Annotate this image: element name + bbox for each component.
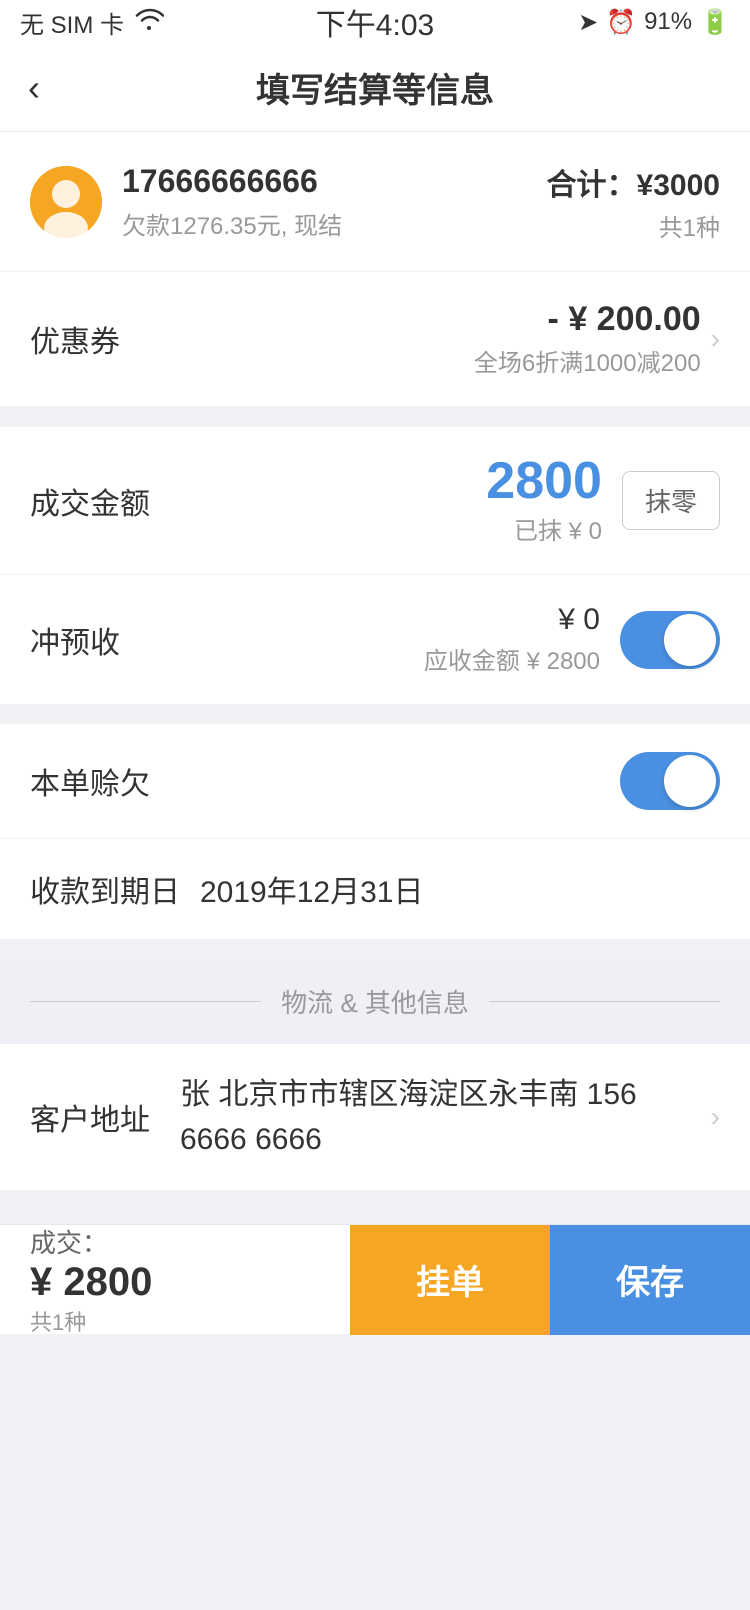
save-button[interactable]: 保存 <box>550 1225 750 1335</box>
coupon-amount: - ¥ 200.00 <box>548 300 701 339</box>
content: 17666666666 欠款1276.35元, 现结 合计：¥3000 共1种 … <box>0 132 750 1610</box>
bottom-amount: ¥ 2800 <box>30 1260 320 1305</box>
total-count: 共1种 <box>547 208 720 243</box>
deal-amount-sub: 已抹 ¥ 0 <box>486 511 602 546</box>
bottom-info: 成交： ¥ 2800 共1种 <box>0 1223 350 1337</box>
toggle-knob <box>664 614 716 666</box>
bottom-count: 共1种 <box>30 1305 320 1337</box>
coupon-right: - ¥ 200.00 全场6折满1000减200 › <box>474 300 720 378</box>
deal-amount-values: 2800 已抹 ¥ 0 <box>486 455 602 546</box>
section-gap-2 <box>0 704 750 724</box>
section-gap-3 <box>0 939 750 959</box>
divider-line-left <box>30 1001 261 1002</box>
deal-amount-value: 2800 <box>486 455 602 507</box>
address-row[interactable]: 客户地址 张 北京市市辖区海淀区永丰南 156 6666 6666 › <box>0 1044 750 1190</box>
precollect-label: 冲预收 <box>30 618 120 662</box>
precollect-toggle[interactable] <box>620 611 720 669</box>
coupon-label: 优惠券 <box>30 317 120 361</box>
page-title: 填写结算等信息 <box>256 63 494 112</box>
status-bar-left: 无 SIM 卡 <box>20 5 164 40</box>
logistics-label: 物流 & 其他信息 <box>281 983 469 1020</box>
bad-debt-toggle[interactable] <box>620 752 720 810</box>
alarm-icon: ⏰ <box>606 8 636 37</box>
divider-line-right <box>489 1001 720 1002</box>
wifi-icon <box>134 8 164 37</box>
hang-button[interactable]: 挂单 <box>350 1225 550 1335</box>
date-label: 收款到期日 <box>30 867 180 911</box>
bottom-deal-label: 成交： <box>30 1223 320 1260</box>
precollect-right: ¥ 0 应收金额 ¥ 2800 <box>424 603 720 676</box>
customer-left: 17666666666 欠款1276.35元, 现结 <box>30 163 342 241</box>
round-button[interactable]: 抹零 <box>622 471 720 530</box>
status-bar: 无 SIM 卡 下午4:03 ➤ ⏰ 91% 🔋 <box>0 0 750 44</box>
bottom-bar: 成交： ¥ 2800 共1种 挂单 保存 <box>0 1224 750 1334</box>
coupon-values: - ¥ 200.00 全场6折满1000减200 <box>474 300 701 378</box>
customer-info: 17666666666 欠款1276.35元, 现结 <box>122 163 342 241</box>
bad-debt-label: 本单赊欠 <box>30 759 150 803</box>
precollect-amount: ¥ 0 <box>424 603 600 637</box>
bad-debt-toggle-knob <box>664 755 716 807</box>
customer-phone: 17666666666 <box>122 163 342 200</box>
status-bar-time: 下午4:03 <box>316 0 434 44</box>
precollect-row: 冲预收 ¥ 0 应收金额 ¥ 2800 <box>0 575 750 704</box>
chevron-right-icon: › <box>711 323 720 355</box>
address-label: 客户地址 <box>30 1095 150 1139</box>
date-row: 收款到期日 2019年12月31日 <box>0 838 750 939</box>
address-chevron-icon: › <box>711 1101 720 1133</box>
address-value: 张 北京市市辖区海淀区永丰南 156 6666 6666 <box>180 1072 701 1162</box>
battery-icon: 🔋 <box>700 8 730 37</box>
date-value: 2019年12月31日 <box>200 867 423 911</box>
coupon-desc: 全场6折满1000减200 <box>474 343 701 378</box>
deal-amount-label: 成交金额 <box>30 479 150 523</box>
customer-right: 合计：¥3000 共1种 <box>547 160 720 243</box>
location-icon: ➤ <box>578 8 598 37</box>
deal-amount-row: 成交金额 2800 已抹 ¥ 0 抹零 <box>0 427 750 575</box>
nav-bar: ‹ 填写结算等信息 <box>0 44 750 132</box>
total-amount: 合计：¥3000 <box>547 160 720 204</box>
bad-debt-row: 本单赊欠 <box>0 724 750 838</box>
deal-amount-right: 2800 已抹 ¥ 0 抹零 <box>486 455 720 546</box>
precollect-sub: 应收金额 ¥ 2800 <box>424 641 600 676</box>
carrier-text: 无 SIM 卡 <box>20 5 124 40</box>
customer-subtext: 欠款1276.35元, 现结 <box>122 206 342 241</box>
section-gap-1 <box>0 407 750 427</box>
avatar <box>30 166 102 238</box>
customer-card: 17666666666 欠款1276.35元, 现结 合计：¥3000 共1种 <box>0 132 750 272</box>
logistics-divider: 物流 & 其他信息 <box>0 959 750 1044</box>
status-bar-right: ➤ ⏰ 91% 🔋 <box>578 8 730 37</box>
battery-text: 91% <box>644 8 692 36</box>
back-button[interactable]: ‹ <box>28 67 40 109</box>
amount-section: 成交金额 2800 已抹 ¥ 0 抹零 冲预收 ¥ 0 应收金额 ¥ 2800 <box>0 427 750 704</box>
precollect-values: ¥ 0 应收金额 ¥ 2800 <box>424 603 600 676</box>
coupon-row[interactable]: 优惠券 - ¥ 200.00 全场6折满1000减200 › <box>0 272 750 407</box>
